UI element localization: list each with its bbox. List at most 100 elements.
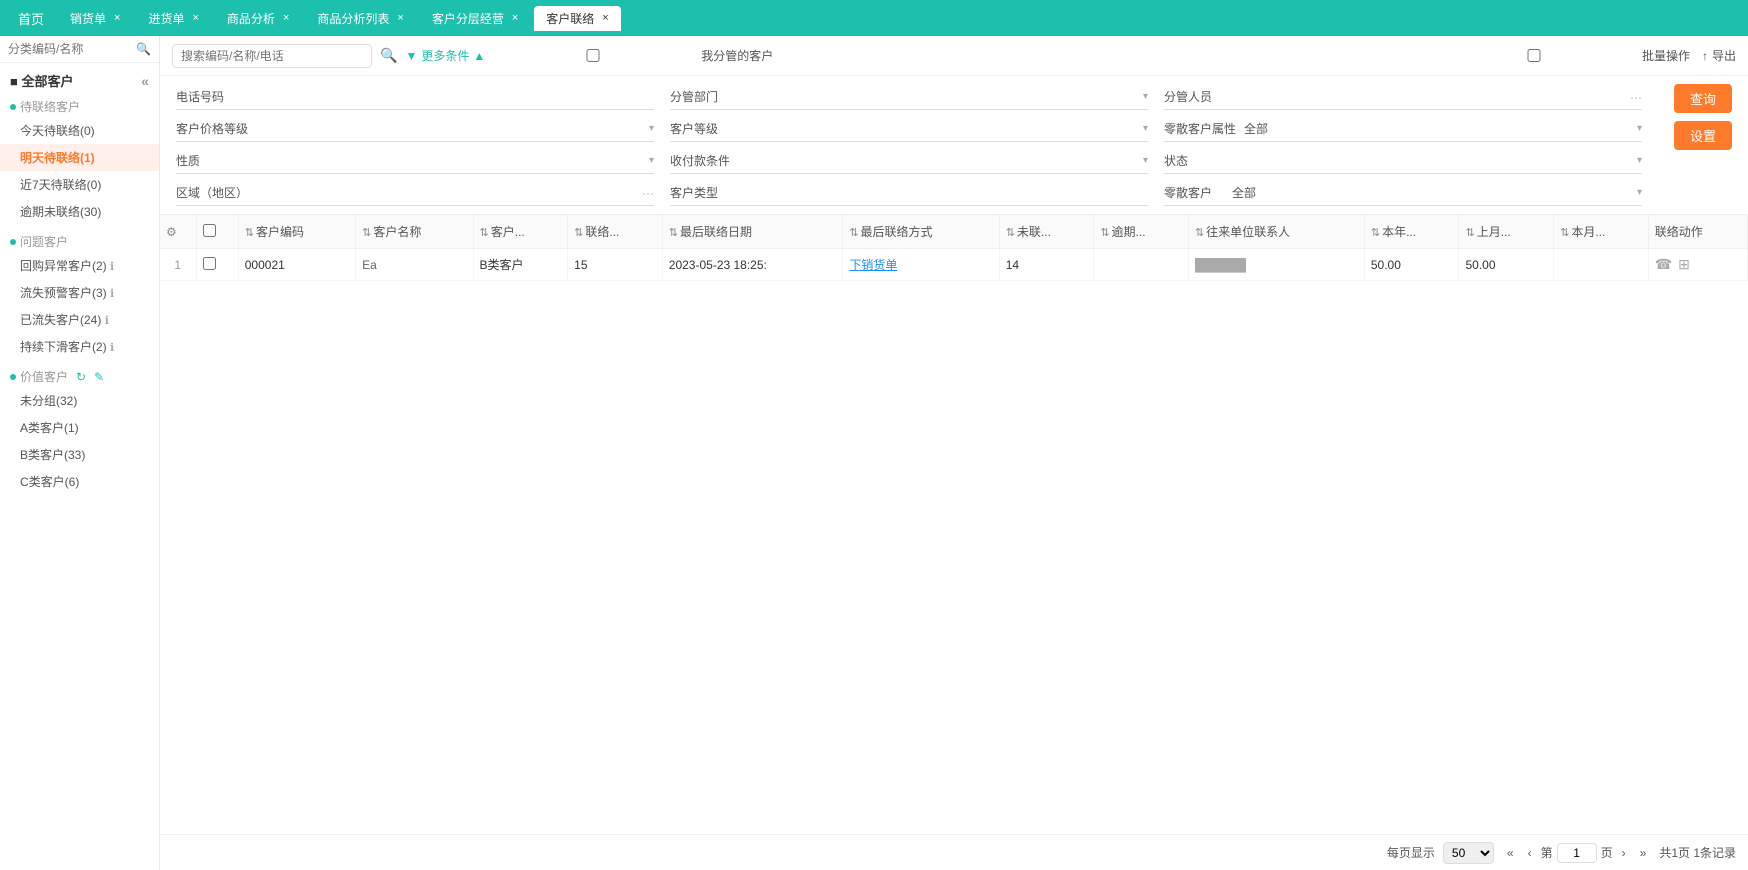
first-page-btn[interactable]: «	[1502, 844, 1519, 862]
input-price-level[interactable]	[256, 122, 649, 136]
query-button[interactable]: 查询	[1674, 84, 1732, 113]
sidebar-item-7days[interactable]: 近7天待联络(0)	[0, 171, 159, 198]
sort-icon[interactable]: ⇅	[849, 227, 858, 239]
chevron-down-icon[interactable]: ▾	[1637, 187, 1642, 198]
sort-icon[interactable]: ⇅	[574, 227, 583, 239]
group-label-pending: 待联络客户	[20, 98, 80, 115]
sidebar-item-declining[interactable]: 持续下滑客户(2) ℹ	[0, 333, 159, 360]
close-icon[interactable]: ×	[192, 12, 198, 24]
input-phone[interactable]	[244, 90, 654, 104]
nav-item-customer-tier[interactable]: 客户分层经营 ×	[420, 6, 530, 31]
filter-row-4: 区域（地区） ··· 客户类型 零散客户 全部 ▾	[176, 180, 1642, 206]
close-icon[interactable]: ×	[397, 12, 403, 24]
chevron-down-icon[interactable]: ▾	[1143, 91, 1148, 102]
filter-customer-type: 客户类型	[670, 180, 1148, 206]
collapse-icon[interactable]: «	[141, 73, 149, 89]
per-page-label: 每页显示	[1387, 844, 1435, 861]
row-checkbox-cell	[196, 249, 238, 281]
filter-region: 区域（地区） ···	[176, 180, 654, 206]
settings-icon[interactable]: ⚙	[166, 225, 177, 239]
filter-customer-level: 客户等级 ▾	[670, 116, 1148, 142]
chevron-down-icon[interactable]: ▾	[649, 123, 654, 134]
row-checkbox[interactable]	[203, 257, 216, 270]
input-person[interactable]	[1232, 90, 1630, 104]
sort-icon[interactable]: ⇅	[1100, 227, 1109, 239]
input-status[interactable]	[1232, 154, 1637, 168]
sort-icon[interactable]: ⇅	[480, 227, 489, 239]
row-last-method[interactable]: 下销货单	[843, 249, 999, 281]
chevron-down-icon[interactable]: ▾	[1143, 123, 1148, 134]
my-customers-check[interactable]	[493, 49, 693, 62]
sort-icon[interactable]: ⇅	[1560, 227, 1569, 239]
sidebar-item-class-b[interactable]: B类客户(33)	[0, 441, 159, 468]
input-dept[interactable]	[738, 90, 1143, 104]
edit-icon[interactable]: ✎	[94, 370, 104, 384]
input-payment[interactable]	[738, 154, 1143, 168]
search-icon[interactable]: 🔍	[136, 42, 151, 56]
nav-home[interactable]: 首页	[8, 5, 54, 32]
contact-action-icon[interactable]: ☎	[1655, 256, 1672, 273]
sort-icon[interactable]: ⇅	[1465, 227, 1474, 239]
sort-icon[interactable]: ⇅	[1006, 227, 1015, 239]
my-customers-checkbox[interactable]: 我分管的客户	[493, 47, 773, 64]
close-icon[interactable]: ×	[602, 12, 608, 24]
sidebar-item-warning[interactable]: 流失预警客户(3) ℹ	[0, 279, 159, 306]
nav-item-customer-contact[interactable]: 客户联络 ×	[534, 6, 620, 31]
nav-item-purchase[interactable]: 进货单 ×	[136, 6, 210, 31]
sort-icon[interactable]: ⇅	[1371, 227, 1380, 239]
more-conditions-btn[interactable]: ▼ 更多条件 ▲	[405, 47, 485, 64]
sidebar-item-class-c[interactable]: C类客户(6)	[0, 468, 159, 495]
batch-op-btn[interactable]: 批量操作	[1434, 47, 1690, 64]
close-icon[interactable]: ×	[283, 12, 289, 24]
dots-icon[interactable]: ···	[1630, 90, 1642, 104]
close-icon[interactable]: ×	[114, 12, 120, 24]
sort-icon[interactable]: ⇅	[245, 227, 254, 239]
more-action-icon[interactable]: ⊞	[1678, 256, 1690, 273]
label-customer-level: 客户等级	[670, 120, 730, 137]
page-number-input[interactable]	[1557, 843, 1597, 863]
close-icon[interactable]: ×	[512, 12, 518, 24]
chevron-down-icon[interactable]: ▾	[649, 155, 654, 166]
input-region[interactable]	[256, 186, 642, 200]
col-settings: ⚙	[160, 215, 196, 249]
chevron-down-icon[interactable]: ▾	[1143, 155, 1148, 166]
select-all-checkbox[interactable]	[203, 224, 216, 237]
row-overdue	[1094, 249, 1189, 281]
sidebar-item-ungroup[interactable]: 未分组(32)	[0, 387, 159, 414]
table-header-row: ⚙ ⇅客户编码 ⇅客户名称 ⇅客户...	[160, 215, 1748, 249]
sort-icon[interactable]: ⇅	[669, 227, 678, 239]
input-customer-type[interactable]	[738, 186, 1148, 200]
input-customer-level[interactable]	[738, 122, 1143, 136]
sidebar-item-tomorrow[interactable]: 明天待联络(1)	[0, 144, 159, 171]
search-input[interactable]	[172, 44, 372, 68]
export-btn[interactable]: ↑ 导出	[1702, 47, 1736, 64]
sidebar-item-abnormal[interactable]: 回购异常客户(2) ℹ	[0, 252, 159, 279]
sort-icon[interactable]: ⇅	[362, 227, 371, 239]
set-button[interactable]: 设置	[1674, 121, 1732, 150]
nav-item-analysis-list[interactable]: 商品分析列表 ×	[305, 6, 415, 31]
sidebar-search-input[interactable]	[8, 42, 132, 56]
dots-icon[interactable]: ···	[642, 186, 654, 200]
last-page-btn[interactable]: »	[1635, 844, 1652, 862]
next-page-btn[interactable]: ›	[1617, 844, 1631, 862]
nav-item-analysis[interactable]: 商品分析 ×	[215, 6, 301, 31]
filter-search-icon[interactable]: 🔍	[380, 47, 397, 64]
chevron-down-icon[interactable]: ▾	[1637, 123, 1642, 134]
value-retail-attr: 全部	[1244, 120, 1268, 137]
input-nature[interactable]	[244, 154, 649, 168]
sidebar-item-class-a[interactable]: A类客户(1)	[0, 414, 159, 441]
pagination-nav: « ‹ 第 页 › »	[1502, 843, 1651, 863]
batch-op-check[interactable]	[1434, 49, 1634, 62]
sort-icon[interactable]: ⇅	[1195, 227, 1204, 239]
chevron-down-icon[interactable]: ▾	[1637, 155, 1642, 166]
nav-item-salelist[interactable]: 销货单 ×	[58, 6, 132, 31]
sidebar-item-overdue[interactable]: 逾期未联络(30)	[0, 198, 159, 225]
label-price-level: 客户价格等级	[176, 120, 248, 137]
refresh-icon[interactable]: ↻	[76, 370, 86, 384]
filter-bar: 🔍 ▼ 更多条件 ▲ 我分管的客户 批量操作 ↑ 导出	[160, 36, 1748, 76]
prev-page-btn[interactable]: ‹	[1523, 844, 1537, 862]
label-status: 状态	[1164, 152, 1224, 169]
sidebar-item-lost[interactable]: 已流失客户(24) ℹ	[0, 306, 159, 333]
per-page-select[interactable]: 50 100	[1443, 842, 1494, 864]
sidebar-item-today[interactable]: 今天待联络(0)	[0, 117, 159, 144]
